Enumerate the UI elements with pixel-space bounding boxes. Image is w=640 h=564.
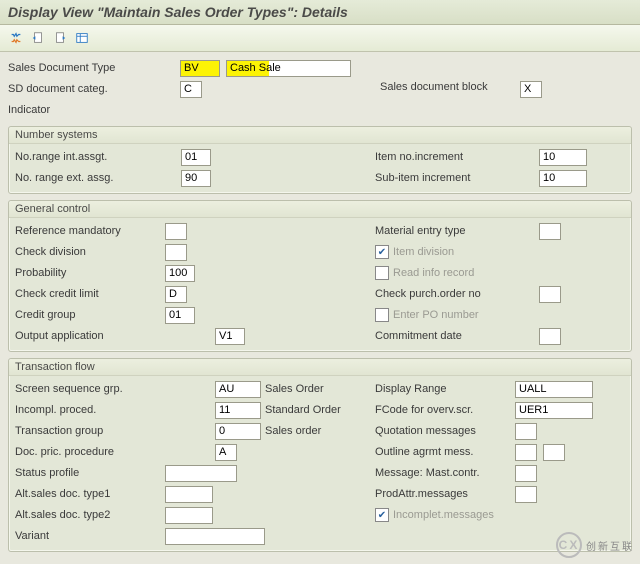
incompl-proc-label: Incompl. proced.	[15, 404, 215, 416]
document-forward-icon[interactable]	[50, 29, 70, 47]
prodattr-msg-label: ProdAttr.messages	[375, 488, 515, 500]
check-po-input[interactable]	[539, 286, 561, 303]
sales-doc-type-input[interactable]	[180, 60, 220, 77]
document-back-icon[interactable]	[28, 29, 48, 47]
item-division-checkbox[interactable]: ✔	[375, 245, 389, 259]
quotation-msg-input[interactable]	[515, 423, 537, 440]
watermark-icon: CX	[556, 532, 582, 558]
general-control-group: General control Reference mandatory Chec…	[8, 200, 632, 352]
doc-pric-proc-label: Doc. pric. procedure	[15, 446, 215, 458]
transaction-flow-title: Transaction flow	[9, 359, 631, 376]
toolbar	[0, 25, 640, 52]
fcode-input[interactable]	[515, 402, 593, 419]
incompl-proc-text: Standard Order	[265, 404, 361, 416]
check-division-input[interactable]	[165, 244, 187, 261]
material-entry-label: Material entry type	[375, 225, 539, 237]
number-systems-title: Number systems	[9, 127, 631, 144]
check-po-label: Check purch.order no	[375, 288, 539, 300]
outline-agrmt-label: Outline agrmt mess.	[375, 446, 515, 458]
general-control-title: General control	[9, 201, 631, 218]
screen-seq-label: Screen sequence grp.	[15, 383, 215, 395]
msg-mast-contr-label: Message: Mast.contr.	[375, 467, 515, 479]
credit-group-label: Credit group	[15, 309, 165, 321]
output-app-input[interactable]	[215, 328, 245, 345]
item-inc-input[interactable]	[539, 149, 587, 166]
variant-label: Variant	[15, 530, 165, 542]
transaction-group-label: Transaction group	[15, 425, 215, 437]
check-credit-input[interactable]	[165, 286, 187, 303]
incomplete-msg-label: Incomplet.messages	[393, 509, 494, 521]
msg-mast-contr-input[interactable]	[515, 465, 537, 482]
table-icon[interactable]	[72, 29, 92, 47]
sd-cat-label: SD document categ.	[8, 83, 180, 95]
outline-agrmt-input[interactable]	[515, 444, 537, 461]
enter-po-checkbox[interactable]	[375, 308, 389, 322]
alt-sales-2-label: Alt.sales doc. type2	[15, 509, 165, 521]
ref-mandatory-label: Reference mandatory	[15, 225, 165, 237]
form-content: Sales Document Type SD document categ. S…	[0, 52, 640, 552]
sales-doc-block-label: Sales document block	[380, 81, 520, 98]
alt-sales-1-label: Alt.sales doc. type1	[15, 488, 165, 500]
toggle-icon[interactable]	[6, 29, 26, 47]
output-app-label: Output application	[15, 330, 215, 342]
commitment-date-input[interactable]	[539, 328, 561, 345]
incomplete-msg-checkbox[interactable]: ✔	[375, 508, 389, 522]
prodattr-msg-input[interactable]	[515, 486, 537, 503]
transaction-flow-group: Transaction flow Screen sequence grp. Sal…	[8, 358, 632, 552]
sales-doc-block-input[interactable]	[520, 81, 542, 98]
enter-po-label: Enter PO number	[393, 309, 479, 321]
check-credit-label: Check credit limit	[15, 288, 165, 300]
variant-input[interactable]	[165, 528, 265, 545]
commitment-date-label: Commitment date	[375, 330, 539, 342]
doc-pric-proc-input[interactable]	[215, 444, 237, 461]
display-range-label: Display Range	[375, 383, 515, 395]
item-inc-label: Item no.increment	[375, 151, 539, 163]
alt-sales-1-input[interactable]	[165, 486, 213, 503]
transaction-group-input[interactable]	[215, 423, 261, 440]
outline-agrmt-input-2[interactable]	[543, 444, 565, 461]
fcode-label: FCode for overv.scr.	[375, 404, 515, 416]
check-division-label: Check division	[15, 246, 165, 258]
probability-input[interactable]	[165, 265, 195, 282]
no-range-int-input[interactable]	[181, 149, 211, 166]
item-division-label: Item division	[393, 246, 454, 258]
incompl-proc-input[interactable]	[215, 402, 261, 419]
watermark: CX 创新互联	[556, 532, 634, 558]
status-profile-label: Status profile	[15, 467, 165, 479]
sales-doc-type-label: Sales Document Type	[8, 62, 180, 74]
screen-seq-text: Sales Order	[265, 383, 361, 395]
no-range-ext-input[interactable]	[181, 170, 211, 187]
window-title: Display View "Maintain Sales Order Types…	[0, 0, 640, 25]
status-profile-input[interactable]	[165, 465, 237, 482]
transaction-group-text: Sales order	[265, 425, 361, 437]
quotation-msg-label: Quotation messages	[375, 425, 515, 437]
alt-sales-2-input[interactable]	[165, 507, 213, 524]
read-info-checkbox[interactable]	[375, 266, 389, 280]
indicator-label: Indicator	[8, 104, 180, 116]
material-entry-input[interactable]	[539, 223, 561, 240]
read-info-label: Read info record	[393, 267, 474, 279]
sub-inc-input[interactable]	[539, 170, 587, 187]
sales-doc-type-desc-input[interactable]	[226, 60, 351, 77]
credit-group-input[interactable]	[165, 307, 195, 324]
ref-mandatory-input[interactable]	[165, 223, 187, 240]
watermark-text: 创新互联	[586, 538, 634, 553]
number-systems-group: Number systems No.range int.assgt. No. r…	[8, 126, 632, 194]
display-range-input[interactable]	[515, 381, 593, 398]
screen-seq-input[interactable]	[215, 381, 261, 398]
no-range-ext-label: No. range ext. assg.	[15, 172, 181, 184]
probability-label: Probability	[15, 267, 165, 279]
no-range-int-label: No.range int.assgt.	[15, 151, 181, 163]
sd-cat-input[interactable]	[180, 81, 202, 98]
sub-inc-label: Sub-item increment	[375, 172, 539, 184]
